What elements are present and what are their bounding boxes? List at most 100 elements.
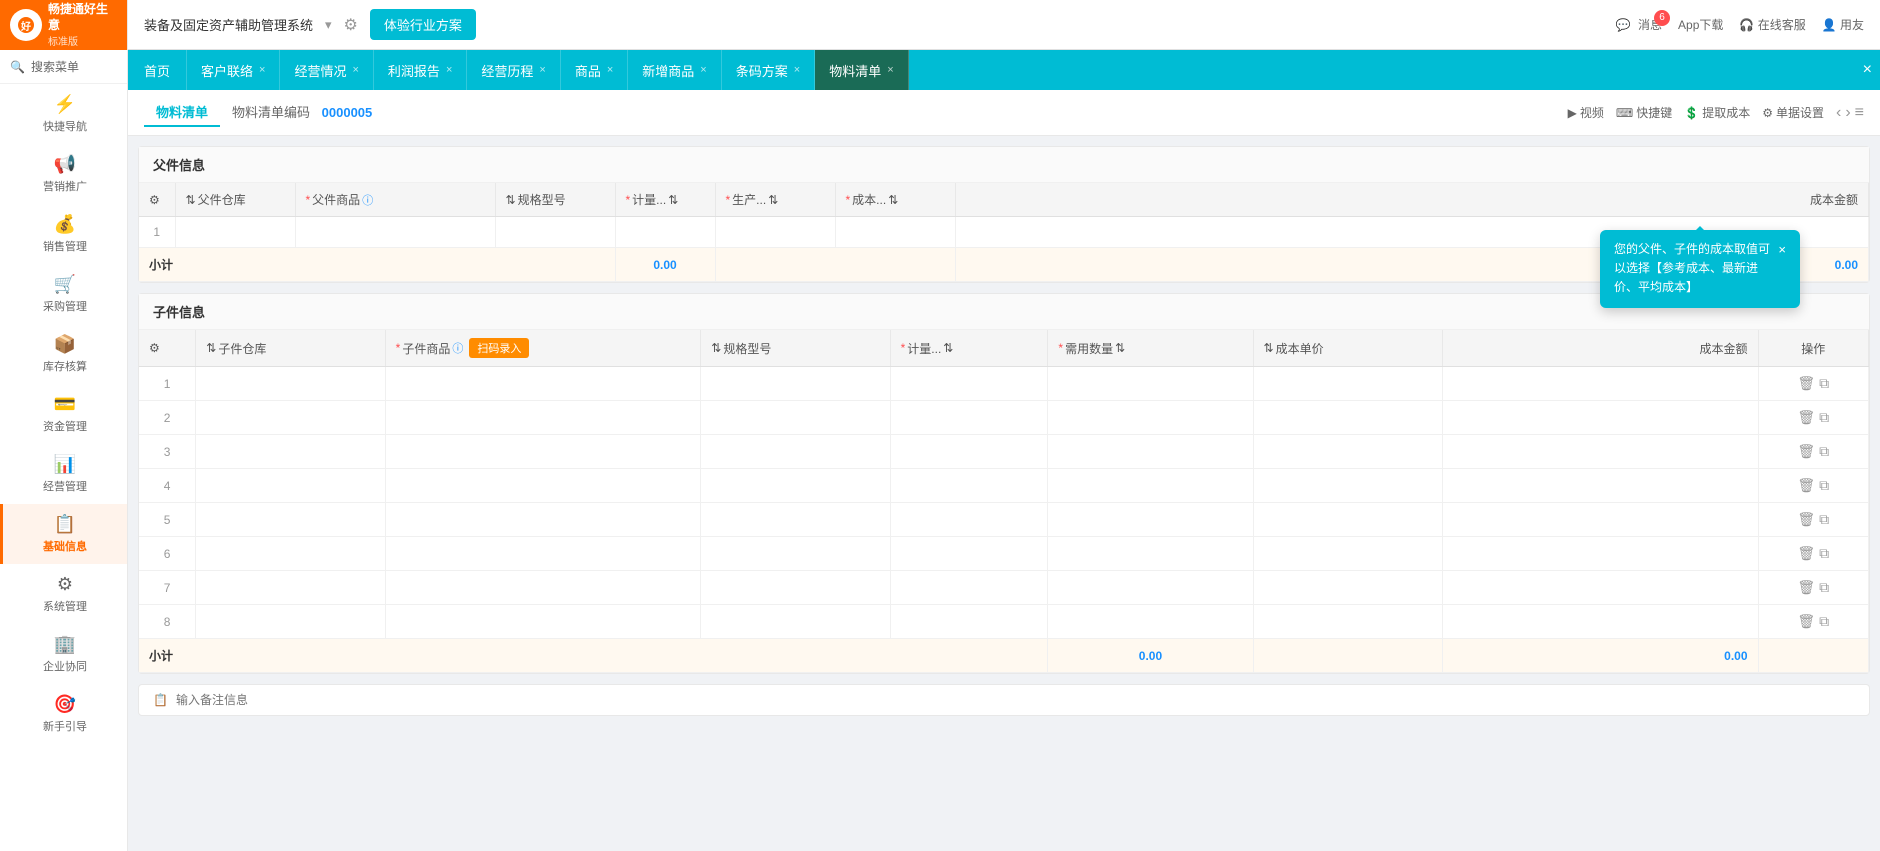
tab-bom-close[interactable]: ×: [887, 64, 893, 76]
user-avatar[interactable]: 👤 用友: [1822, 16, 1864, 33]
tab-operation-close[interactable]: ×: [352, 64, 358, 76]
delete-row-button[interactable]: 🗑: [1797, 511, 1815, 528]
child-product-cell[interactable]: [385, 435, 701, 469]
tab-profit-close[interactable]: ×: [446, 64, 452, 76]
sidebar-item-purchase[interactable]: 🛒 采购管理: [0, 264, 127, 324]
sidebar-item-inventory[interactable]: 📦 库存核算: [0, 324, 127, 384]
tab-home[interactable]: 首页: [128, 50, 187, 90]
copy-row-button[interactable]: ⧉: [1819, 545, 1829, 562]
child-spec-cell[interactable]: [701, 537, 890, 571]
trial-button[interactable]: 体验行业方案: [370, 9, 476, 40]
chevron-down-icon[interactable]: ▾: [325, 17, 332, 33]
child-unit-cell[interactable]: [890, 401, 1048, 435]
sidebar-item-enterprise[interactable]: 🏢 企业协同: [0, 624, 127, 684]
tab-bom[interactable]: 物料清单 ×: [815, 50, 908, 90]
child-unit-cost-cell[interactable]: [1253, 537, 1442, 571]
child-unit-cost-cell[interactable]: [1253, 367, 1442, 401]
child-spec-cell[interactable]: [701, 503, 890, 537]
copy-row-button[interactable]: ⧉: [1819, 477, 1829, 494]
delete-row-button[interactable]: 🗑: [1797, 477, 1815, 494]
child-quantity-cell[interactable]: [1048, 401, 1253, 435]
production-sort-icon[interactable]: ⇅: [768, 193, 778, 207]
tab-product-close[interactable]: ×: [607, 64, 613, 76]
child-unit-cell[interactable]: [890, 503, 1048, 537]
child-product-cell[interactable]: [385, 503, 701, 537]
parent-product-cell[interactable]: [295, 217, 495, 248]
sub-tab-bom-code[interactable]: 物料清单编码 0000005: [220, 98, 384, 127]
tooltip-close-button[interactable]: ×: [1778, 240, 1786, 261]
child-product-cell[interactable]: [385, 571, 701, 605]
child-quantity-cell[interactable]: [1048, 537, 1253, 571]
parent-unit-cell[interactable]: [615, 217, 715, 248]
cost-action[interactable]: 💲 提取成本: [1684, 104, 1750, 121]
spec-sort-icon[interactable]: ⇅: [506, 193, 516, 207]
cost-sort-icon[interactable]: ⇅: [888, 193, 898, 207]
child-spec-cell[interactable]: [701, 571, 890, 605]
child-warehouse-cell[interactable]: [196, 401, 385, 435]
child-unit-sort[interactable]: ⇅: [943, 341, 953, 355]
tab-product[interactable]: 商品 ×: [561, 50, 628, 90]
child-unit-cell[interactable]: [890, 435, 1048, 469]
child-unit-cost-cell[interactable]: [1253, 435, 1442, 469]
child-unit-cost-cell[interactable]: [1253, 503, 1442, 537]
sidebar-item-quick_nav[interactable]: ⚡ 快捷导航: [0, 84, 127, 144]
delete-row-button[interactable]: 🗑: [1797, 409, 1815, 426]
sidebar-item-basic[interactable]: 📋 基础信息: [0, 504, 127, 564]
copy-row-button[interactable]: ⧉: [1819, 443, 1829, 460]
copy-row-button[interactable]: ⧉: [1819, 409, 1829, 426]
copy-row-button[interactable]: ⧉: [1819, 375, 1829, 392]
child-spec-cell[interactable]: [701, 367, 890, 401]
app-download[interactable]: App下载: [1678, 16, 1723, 33]
child-warehouse-cell[interactable]: [196, 571, 385, 605]
delete-row-button[interactable]: 🗑: [1797, 375, 1815, 392]
child-spec-cell[interactable]: [701, 605, 890, 639]
child-warehouse-cell[interactable]: [196, 435, 385, 469]
sidebar-item-system[interactable]: ⚙ 系统管理: [0, 564, 127, 624]
tab-profit[interactable]: 利润报告 ×: [374, 50, 467, 90]
child-unit-cell[interactable]: [890, 367, 1048, 401]
parent-cost-cell[interactable]: [835, 217, 955, 248]
child-unit-cell[interactable]: [890, 571, 1048, 605]
delete-row-button[interactable]: 🗑: [1797, 545, 1815, 562]
child-unit-cost-sort[interactable]: ⇅: [1264, 341, 1274, 355]
sidebar-item-sales[interactable]: 💰 销售管理: [0, 204, 127, 264]
child-unit-cost-cell[interactable]: [1253, 605, 1442, 639]
child-quantity-cell[interactable]: [1048, 571, 1253, 605]
sidebar-item-operation[interactable]: 📊 经营管理: [0, 444, 127, 504]
child-unit-cell[interactable]: [890, 605, 1048, 639]
nav-next-button[interactable]: ›: [1845, 104, 1850, 122]
child-unit-cell[interactable]: [890, 537, 1048, 571]
child-warehouse-cell[interactable]: [196, 503, 385, 537]
child-spec-cell[interactable]: [701, 435, 890, 469]
tab-customer-close[interactable]: ×: [259, 64, 265, 76]
parent-th-settings[interactable]: ⚙: [139, 183, 175, 217]
child-warehouse-cell[interactable]: [196, 367, 385, 401]
note-input[interactable]: [176, 693, 1855, 707]
parent-production-cell[interactable]: [715, 217, 835, 248]
child-quantity-cell[interactable]: [1048, 605, 1253, 639]
unit-sort-icon[interactable]: ⇅: [668, 193, 678, 207]
settings-icon[interactable]: ⚙: [344, 15, 358, 35]
tab-close-all-icon[interactable]: ×: [1863, 61, 1872, 79]
child-quantity-cell[interactable]: [1048, 367, 1253, 401]
child-product-cell[interactable]: [385, 537, 701, 571]
nav-list-button[interactable]: ≡: [1855, 104, 1864, 122]
tab-customer[interactable]: 客户联络 ×: [187, 50, 280, 90]
child-warehouse-sort[interactable]: ⇅: [206, 341, 216, 355]
delete-row-button[interactable]: 🗑: [1797, 613, 1815, 630]
settings-action[interactable]: ⚙ 单据设置: [1762, 104, 1824, 121]
delete-row-button[interactable]: 🗑: [1797, 579, 1815, 596]
tab-new-product-close[interactable]: ×: [700, 64, 706, 76]
sidebar-search[interactable]: 🔍 搜索菜单: [0, 50, 127, 84]
child-product-cell[interactable]: [385, 469, 701, 503]
delete-row-button[interactable]: 🗑: [1797, 443, 1815, 460]
child-product-cell[interactable]: [385, 605, 701, 639]
message-badge-wrap[interactable]: 💬 6 消息: [1616, 16, 1662, 33]
parent-spec-cell[interactable]: [495, 217, 615, 248]
child-unit-cost-cell[interactable]: [1253, 571, 1442, 605]
copy-row-button[interactable]: ⧉: [1819, 511, 1829, 528]
copy-row-button[interactable]: ⧉: [1819, 579, 1829, 596]
view-action[interactable]: ▶ 视频: [1568, 104, 1604, 121]
child-spec-sort[interactable]: ⇅: [711, 341, 721, 355]
child-unit-cost-cell[interactable]: [1253, 469, 1442, 503]
